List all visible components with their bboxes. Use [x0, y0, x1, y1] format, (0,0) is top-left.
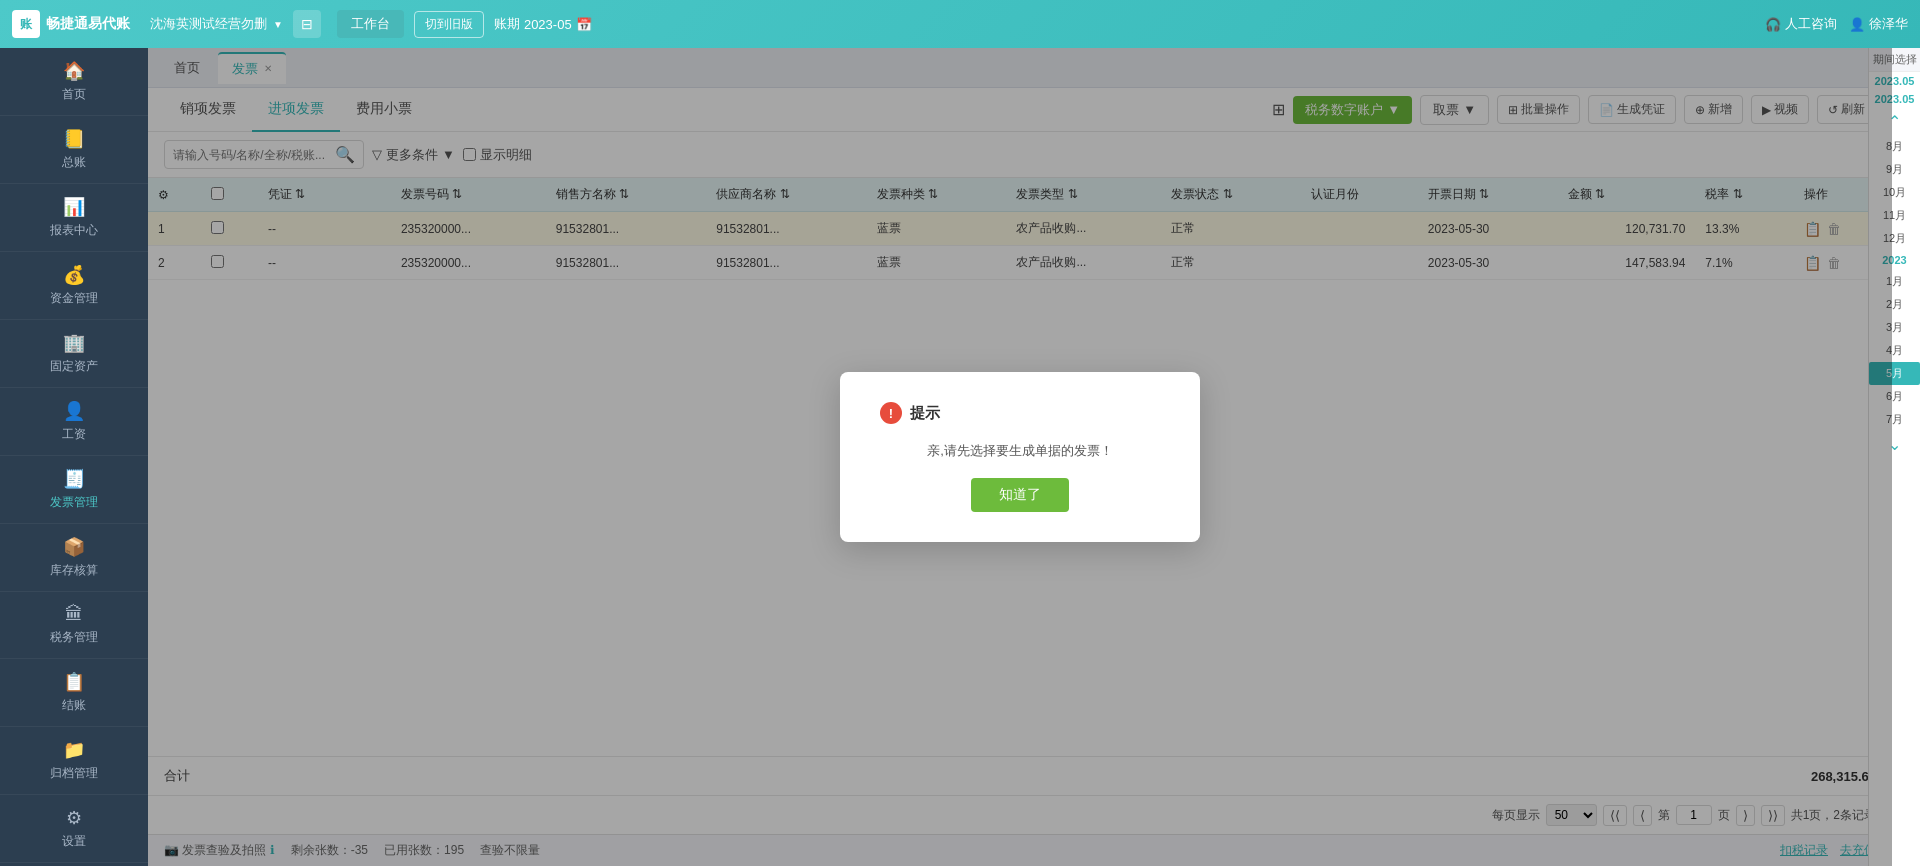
period-info: 账期 2023-05 📅 [494, 15, 592, 33]
header-right: 🎧 人工咨询 👤 徐泽华 [1765, 15, 1908, 33]
sidebar-item-settings[interactable]: ⚙ 设置 [0, 795, 148, 863]
calendar-icon[interactable]: 📅 [576, 17, 592, 32]
modal-header: ! 提示 [880, 402, 940, 424]
home-icon: 🏠 [63, 60, 85, 82]
sidebar-item-inventory[interactable]: 📦 库存核算 [0, 524, 148, 592]
modal-warning-icon: ! [880, 402, 902, 424]
sidebar-item-reports[interactable]: 📊 报表中心 [0, 184, 148, 252]
user-info[interactable]: 👤 徐泽华 [1849, 15, 1908, 33]
ledger-icon: 📒 [63, 128, 85, 150]
user-avatar-icon: 👤 [1849, 17, 1865, 32]
company-dropdown-arrow: ▼ [273, 19, 283, 30]
company-settings-icon[interactable]: ⊟ [293, 10, 321, 38]
main-layout: 🏠 首页 📒 总账 📊 报表中心 💰 资金管理 🏢 固定资产 👤 工资 🧾 发票… [0, 48, 1920, 866]
app-name: 畅捷通易代账 [46, 15, 130, 33]
sidebar-label-settlement: 结账 [62, 697, 86, 714]
company-selector[interactable]: 沈海英测试经营勿删 ▼ [150, 15, 283, 33]
sidebar-label-archive: 归档管理 [50, 765, 98, 782]
sidebar-label-reports: 报表中心 [50, 222, 98, 239]
content-area: 首页 发票 ✕ 销项发票 进项发票 费用小票 [148, 48, 1892, 866]
sidebar-item-home[interactable]: 🏠 首页 [0, 48, 148, 116]
help-btn[interactable]: 🎧 人工咨询 [1765, 15, 1837, 33]
funds-icon: 💰 [63, 264, 85, 286]
switch-old-button[interactable]: 切到旧版 [414, 11, 484, 38]
headset-icon: 🎧 [1765, 17, 1781, 32]
sidebar-label-tax: 税务管理 [50, 629, 98, 646]
modal-confirm-button[interactable]: 知道了 [971, 478, 1069, 512]
sidebar-label-settings: 设置 [62, 833, 86, 850]
invoice-icon: 🧾 [63, 468, 85, 490]
right-panel: 期间选择 2023.05 2023.05 ⌃ 8月 9月 10月 11月 12月… [1892, 48, 1920, 866]
sidebar-label-ledger: 总账 [62, 154, 86, 171]
sidebar-item-ledger[interactable]: 📒 总账 [0, 116, 148, 184]
top-header: 账 畅捷通易代账 沈海英测试经营勿删 ▼ ⊟ 工作台 切到旧版 账期 2023-… [0, 0, 1920, 48]
modal-title: 提示 [910, 404, 940, 423]
settlement-icon: 📋 [63, 671, 85, 693]
workspace-button[interactable]: 工作台 [337, 10, 404, 38]
app-logo-icon: 账 [12, 10, 40, 38]
sidebar-label-inventory: 库存核算 [50, 562, 98, 579]
modal-box: ! 提示 亲,请先选择要生成单据的发票！ 知道了 [840, 372, 1200, 542]
payroll-icon: 👤 [63, 400, 85, 422]
app-logo: 账 畅捷通易代账 [12, 10, 130, 38]
modal-body: 亲,请先选择要生成单据的发票！ [927, 442, 1113, 460]
sidebar-item-funds[interactable]: 💰 资金管理 [0, 252, 148, 320]
sidebar: 🏠 首页 📒 总账 📊 报表中心 💰 资金管理 🏢 固定资产 👤 工资 🧾 发票… [0, 48, 148, 866]
sidebar-label-funds: 资金管理 [50, 290, 98, 307]
company-name: 沈海英测试经营勿删 [150, 15, 267, 33]
tax-icon: 🏛 [65, 604, 83, 625]
modal-overlay: ! 提示 亲,请先选择要生成单据的发票！ 知道了 [148, 48, 1892, 866]
help-label: 人工咨询 [1785, 15, 1837, 33]
sidebar-item-settlement[interactable]: 📋 结账 [0, 659, 148, 727]
sidebar-item-assets[interactable]: 🏢 固定资产 [0, 320, 148, 388]
reports-icon: 📊 [63, 196, 85, 218]
assets-icon: 🏢 [63, 332, 85, 354]
sidebar-label-payroll: 工资 [62, 426, 86, 443]
sidebar-item-archive[interactable]: 📁 归档管理 [0, 727, 148, 795]
period-label: 账期 [494, 15, 520, 33]
settings-icon: ⚙ [66, 807, 82, 829]
modal-message: 亲,请先选择要生成单据的发票！ [927, 443, 1113, 458]
sidebar-item-invoice[interactable]: 🧾 发票管理 [0, 456, 148, 524]
archive-icon: 📁 [63, 739, 85, 761]
user-name: 徐泽华 [1869, 15, 1908, 33]
sidebar-label-home: 首页 [62, 86, 86, 103]
inventory-icon: 📦 [63, 536, 85, 558]
sidebar-label-assets: 固定资产 [50, 358, 98, 375]
sidebar-label-invoice: 发票管理 [50, 494, 98, 511]
period-value: 2023-05 [524, 17, 572, 32]
sidebar-item-payroll[interactable]: 👤 工资 [0, 388, 148, 456]
sidebar-item-tax[interactable]: 🏛 税务管理 [0, 592, 148, 659]
